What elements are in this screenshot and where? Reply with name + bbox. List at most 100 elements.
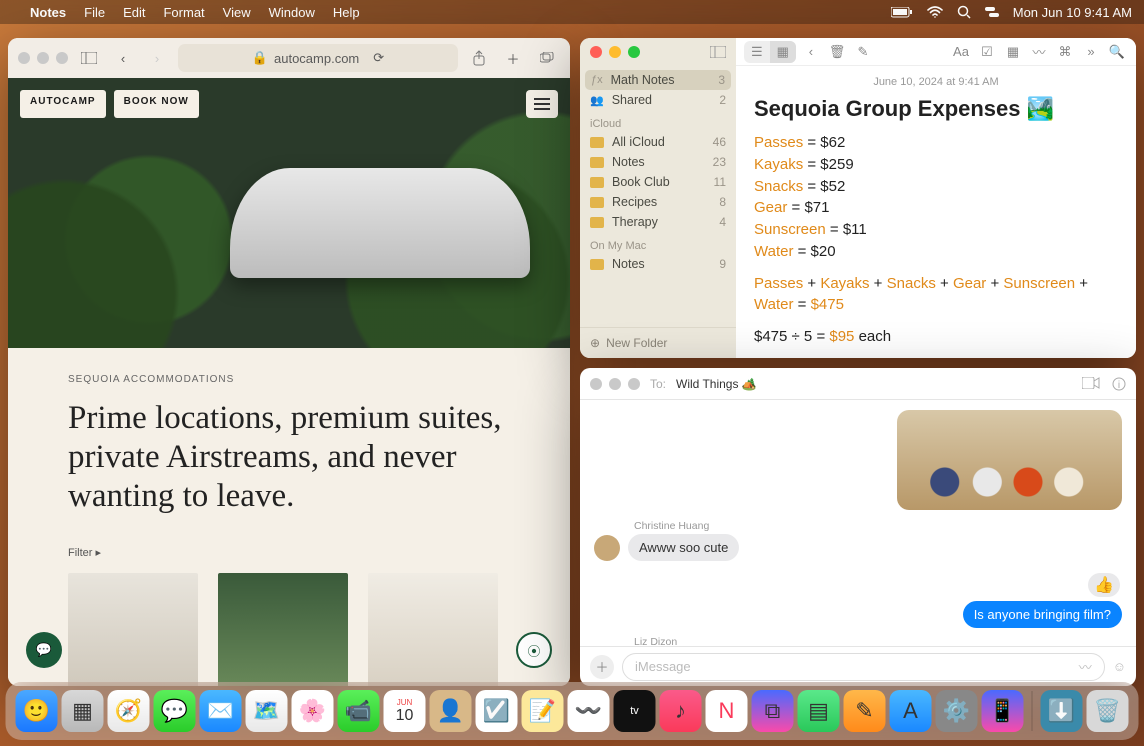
dock-finder[interactable]: 🙂 (16, 690, 58, 732)
spotlight-icon[interactable] (957, 5, 971, 19)
tabs-overview-icon[interactable] (534, 45, 560, 71)
zoom-button[interactable] (56, 52, 68, 64)
close-button[interactable] (590, 378, 602, 390)
new-folder-button[interactable]: ⊕ New Folder (580, 327, 736, 358)
photo-attachment[interactable] (897, 410, 1122, 510)
menu-help[interactable]: Help (333, 5, 360, 20)
new-note-icon[interactable]: ✎ (852, 44, 874, 60)
close-button[interactable] (590, 46, 602, 58)
back-button[interactable]: ‹ (110, 45, 136, 71)
folder-local-notes[interactable]: Notes9 (580, 254, 736, 274)
brand-logo[interactable]: AUTOCAMP (20, 90, 106, 118)
window-controls[interactable] (18, 52, 68, 64)
dock-shortcuts[interactable]: ⧉ (752, 690, 794, 732)
app-menu[interactable]: Notes (30, 5, 66, 20)
format-icon[interactable]: Aa (950, 44, 972, 59)
clock[interactable]: Mon Jun 10 9:41 AM (1013, 5, 1132, 20)
list-view-icon[interactable]: ☰ (744, 41, 770, 63)
battery-icon[interactable] (891, 7, 913, 18)
close-button[interactable] (18, 52, 30, 64)
folder-all-icloud[interactable]: All iCloud46 (580, 132, 736, 152)
link-note-icon[interactable]: ⌘ (1054, 44, 1076, 60)
compose-input[interactable]: iMessage 〰 (622, 653, 1105, 681)
message-bubble-out[interactable]: Is anyone bringing film? (963, 601, 1122, 628)
folder-recipes[interactable]: Recipes8 (580, 192, 736, 212)
dock-freeform[interactable]: 〰️ (568, 690, 610, 732)
dock-launchpad[interactable]: ▦ (62, 690, 104, 732)
accessibility-fab[interactable]: ⦿ (516, 632, 552, 668)
menu-window[interactable]: Window (269, 5, 315, 20)
thumbnail[interactable] (368, 573, 498, 686)
minimize-button[interactable] (609, 46, 621, 58)
book-now-button[interactable]: BOOK NOW (114, 90, 199, 118)
forward-button[interactable]: › (144, 45, 170, 71)
control-center-icon[interactable] (985, 6, 999, 18)
message-bubble[interactable]: Awww soo cute (628, 534, 739, 561)
dock-trash[interactable]: 🗑️ (1087, 690, 1129, 732)
minimize-button[interactable] (609, 378, 621, 390)
facetime-icon[interactable] (1082, 377, 1100, 391)
dock-contacts[interactable]: 👤 (430, 690, 472, 732)
dock-music[interactable]: ♪ (660, 690, 702, 732)
dock-facetime[interactable]: 📹 (338, 690, 380, 732)
sidebar-toggle-icon[interactable] (76, 45, 102, 71)
hamburger-menu[interactable] (526, 90, 558, 118)
trash-icon[interactable]: 🗑 (826, 44, 848, 60)
dock-tv[interactable]: tv (614, 690, 656, 732)
table-icon[interactable]: ▦ (1002, 44, 1024, 60)
dock-pages[interactable]: ✎ (844, 690, 886, 732)
zoom-button[interactable] (628, 378, 640, 390)
sidebar-toggle-icon[interactable] (710, 46, 726, 58)
dock-iphone-mirroring[interactable]: 📱 (982, 690, 1024, 732)
new-tab-icon[interactable]: ＋ (500, 45, 526, 71)
dock-messages[interactable]: 💬 (154, 690, 196, 732)
address-bar[interactable]: 🔒 autocamp.com ⟳ (178, 44, 458, 72)
conversation-title[interactable]: Wild Things 🏕️ (676, 377, 757, 391)
dock-numbers[interactable]: ▤ (798, 690, 840, 732)
dock-photos[interactable]: 🌸 (292, 690, 334, 732)
window-controls[interactable] (590, 46, 640, 58)
messages-thread[interactable]: Christine Huang Awww soo cute 👍 Is anyon… (580, 400, 1136, 646)
emoji-icon[interactable]: ☺ (1113, 659, 1126, 674)
dock-notes[interactable]: 📝 (522, 690, 564, 732)
menu-edit[interactable]: Edit (123, 5, 145, 20)
minimize-button[interactable] (37, 52, 49, 64)
dock-safari[interactable]: 🧭 (108, 690, 150, 732)
menu-format[interactable]: Format (163, 5, 204, 20)
dock-reminders[interactable]: ☑️ (476, 690, 518, 732)
window-controls[interactable] (590, 378, 640, 390)
view-mode-segmented[interactable]: ☰ ▦ (744, 41, 796, 63)
thumbnail[interactable] (218, 573, 348, 686)
search-icon[interactable]: 🔍 (1106, 44, 1128, 60)
filter-button[interactable]: Filter ▸ (68, 546, 510, 559)
dock-news[interactable]: N (706, 690, 748, 732)
back-icon[interactable]: ‹ (800, 44, 822, 59)
attach-button[interactable]: ＋ (590, 655, 614, 679)
dock-app-store[interactable]: A (890, 690, 932, 732)
checklist-icon[interactable]: ☑ (976, 44, 998, 60)
wifi-icon[interactable] (927, 6, 943, 18)
menu-view[interactable]: View (223, 5, 251, 20)
audio-message-icon[interactable]: 〰 (1079, 657, 1092, 676)
folder-notes[interactable]: Notes23 (580, 152, 736, 172)
folder-therapy[interactable]: Therapy4 (580, 212, 736, 232)
menu-file[interactable]: File (84, 5, 105, 20)
folder-shared[interactable]: 👥 Shared 2 (580, 90, 736, 110)
more-icon[interactable]: » (1080, 44, 1102, 59)
dock-settings[interactable]: ⚙️ (936, 690, 978, 732)
dock-mail[interactable]: ✉️ (200, 690, 242, 732)
media-icon[interactable]: 〰 (1028, 42, 1050, 61)
share-icon[interactable] (466, 45, 492, 71)
gallery-view-icon[interactable]: ▦ (770, 41, 796, 63)
folder-math-notes[interactable]: ƒx Math Notes 3 (585, 70, 731, 90)
folder-book-club[interactable]: Book Club11 (580, 172, 736, 192)
thumbnail[interactable] (68, 573, 198, 686)
dock-maps[interactable]: 🗺️ (246, 690, 288, 732)
zoom-button[interactable] (628, 46, 640, 58)
avatar[interactable] (594, 535, 620, 561)
dock-downloads[interactable]: ⬇️ (1041, 690, 1083, 732)
note-body[interactable]: June 10, 2024 at 9:41 AM Sequoia Group E… (736, 66, 1136, 358)
chat-fab[interactable]: 💬 (26, 632, 62, 668)
reload-icon[interactable]: ⟳ (373, 50, 384, 66)
info-icon[interactable]: i (1112, 377, 1126, 391)
